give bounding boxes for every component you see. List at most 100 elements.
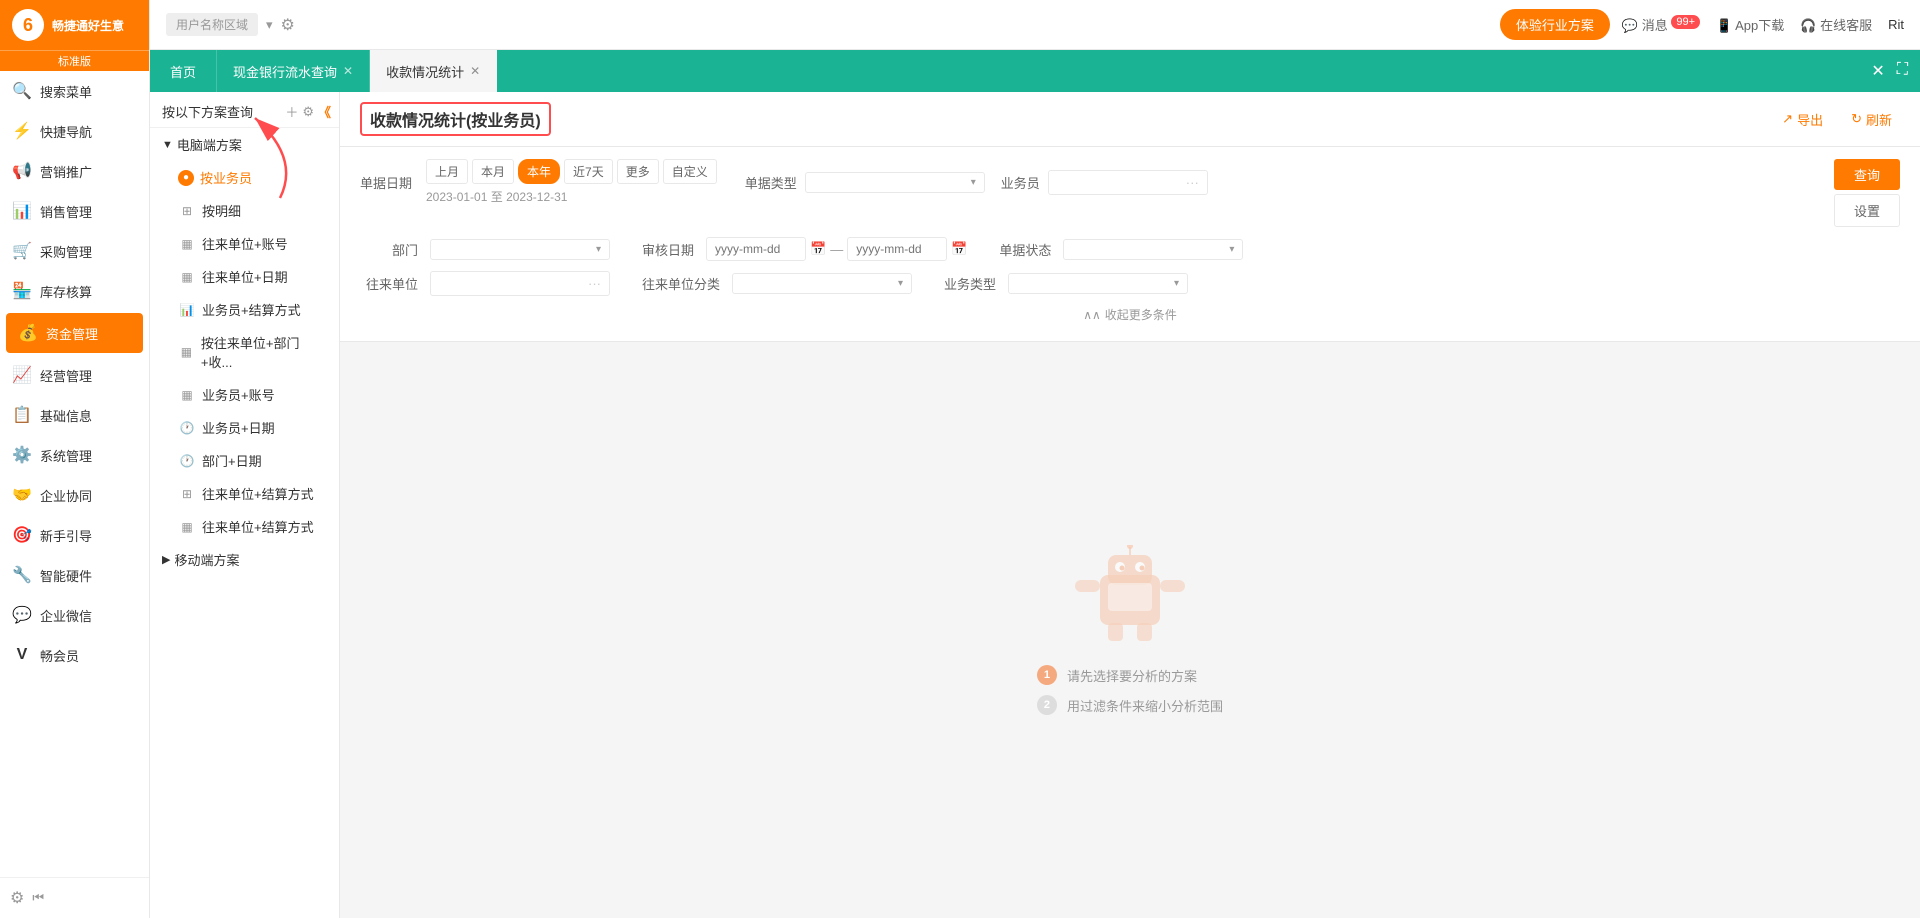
scheme-settings-icon[interactable]: ⚙: [302, 104, 314, 120]
dept-select[interactable]: ▾: [430, 239, 610, 260]
date-range-row: 2023-01-01 至 2023-12-31: [426, 188, 717, 205]
partner-category-select[interactable]: ▾: [732, 273, 912, 294]
active-dot-icon: ●: [178, 170, 194, 186]
top-right-area: 💬 消息 99+ 📱 App下载 🎧 在线客服 Rit: [1622, 15, 1904, 34]
collapse-more-btn[interactable]: ∧∧ 收起更多条件: [360, 300, 1900, 329]
salesperson-select[interactable]: ···: [1048, 170, 1208, 195]
date-btn-this-month[interactable]: 本月: [472, 159, 514, 184]
sidebar-item-marketing[interactable]: 📢 营销推广: [0, 151, 149, 191]
empty-state: 1 请先选择要分析的方案 2 用过滤条件来缩小分析范围: [340, 342, 1920, 918]
step-num-2: 2: [1037, 695, 1057, 715]
date-btn-this-year[interactable]: 本年: [518, 159, 560, 184]
online-service-area[interactable]: 🎧 在线客服: [1800, 15, 1872, 34]
bill-status-label: 单据状态: [999, 240, 1051, 259]
tab-cash-flow[interactable]: 现金银行流水查询 ✕: [217, 50, 370, 92]
scheme-item-dept-date[interactable]: 🕐 部门+日期: [162, 444, 339, 477]
app-download-area[interactable]: 📱 App下载: [1716, 15, 1784, 34]
marketing-icon: 📢: [12, 161, 32, 181]
cal-icon-1[interactable]: 📅: [810, 241, 826, 257]
content-area: 按以下方案查询 ＋ ⚙ 《 ▼ 电脑端方案: [150, 92, 1920, 918]
sidebar-item-finance[interactable]: 💰 资金管理: [6, 313, 143, 353]
scheme-item-salesperson-settlement[interactable]: 📊 业务员+结算方式: [162, 293, 339, 326]
tree-mobile-group[interactable]: ▶ 移动端方案: [150, 543, 339, 576]
tab-home[interactable]: 首页: [150, 50, 217, 92]
gear-settings-icon[interactable]: ⚙: [281, 15, 295, 35]
top-header: 用户名称区域 ▾ ⚙ 体验行业方案 💬 消息 99+ 📱 App下载 🎧 在线客…: [150, 0, 1920, 50]
bill-status-select[interactable]: ▾: [1063, 239, 1243, 260]
corp-icon: 🤝: [12, 485, 32, 505]
sidebar-item-guide[interactable]: 🎯 新手引导: [0, 515, 149, 555]
breadcrumb-area: 用户名称区域 ▾ ⚙: [166, 13, 1488, 36]
cal-icon-2[interactable]: 📅: [951, 241, 967, 257]
settings-button[interactable]: 设置: [1834, 194, 1900, 227]
tree-desktop-group[interactable]: ▼ 电脑端方案: [150, 128, 339, 161]
scheme-item-partner-settlement2[interactable]: ▦ 往来单位+结算方式: [162, 510, 339, 543]
tab-bar: 首页 现金银行流水查询 ✕ 收款情况统计 ✕ ✕ ⛶: [150, 50, 1920, 92]
partner-select[interactable]: ···: [430, 271, 610, 296]
partner-label: 往来单位: [360, 274, 418, 293]
settings-gear-icon[interactable]: ⚙: [10, 888, 24, 908]
trial-button[interactable]: 体验行业方案: [1500, 9, 1610, 40]
guide-icon: 🎯: [12, 525, 32, 545]
step-num-1: 1: [1037, 665, 1057, 685]
biz-type-label: 业务类型: [944, 274, 996, 293]
breadcrumb-arrow: ▾: [266, 17, 273, 33]
sidebar-item-search[interactable]: 🔍 搜索菜单: [0, 71, 149, 111]
tree-collapsed-icon: ▶: [162, 553, 170, 566]
biz-type-select[interactable]: ▾: [1008, 273, 1188, 294]
collapse-panel-icon[interactable]: 《: [318, 102, 331, 121]
user-avatar[interactable]: Rit: [1888, 17, 1904, 32]
add-scheme-icon[interactable]: ＋: [285, 102, 298, 121]
scheme-item-by-salesperson[interactable]: ● 按业务员: [162, 161, 339, 194]
export-button[interactable]: ↗ 导出: [1774, 106, 1831, 133]
chevron-up-icon: ∧∧: [1083, 308, 1101, 322]
partner-more-icon[interactable]: ···: [588, 276, 601, 291]
scheme-item-salesperson-date[interactable]: 🕐 业务员+日期: [162, 411, 339, 444]
sidebar-item-hardware[interactable]: 🔧 智能硬件: [0, 555, 149, 595]
biz-type-dropdown-icon: ▾: [1174, 278, 1179, 289]
filter-area: 单据日期 上月 本月 本年 近7天 更多 自定义: [340, 147, 1920, 342]
sidebar-item-corp[interactable]: 🤝 企业协同: [0, 475, 149, 515]
refresh-button[interactable]: ↻ 刷新: [1843, 106, 1900, 133]
tab-receipt-stats-close[interactable]: ✕: [470, 64, 480, 78]
query-button[interactable]: 查询: [1834, 159, 1900, 190]
sidebar-item-warehouse[interactable]: 🏪 库存核算: [0, 271, 149, 311]
window-maximize-icon[interactable]: ⛶: [1897, 61, 1908, 81]
finance-icon: 💰: [18, 323, 38, 343]
main-area: 用户名称区域 ▾ ⚙ 体验行业方案 💬 消息 99+ 📱 App下载 🎧 在线客…: [150, 0, 1920, 918]
sidebar-item-quick-nav[interactable]: ⚡ 快捷导航: [0, 111, 149, 151]
scheme-item-partner-settlement1[interactable]: ⊞ 往来单位+结算方式: [162, 477, 339, 510]
message-area[interactable]: 💬 消息 99+: [1622, 15, 1700, 34]
grid-icon-2: ⊞: [178, 485, 196, 503]
date-btn-7days[interactable]: 近7天: [564, 159, 613, 184]
review-date-from-input[interactable]: [706, 237, 806, 261]
scheme-item-salesperson-account[interactable]: ▦ 业务员+账号: [162, 378, 339, 411]
sidebar-item-system[interactable]: ⚙️ 系统管理: [0, 435, 149, 475]
sidebar-item-basic[interactable]: 📋 基础信息: [0, 395, 149, 435]
review-date-to-input[interactable]: [847, 237, 947, 261]
sidebar: 6 畅捷通好生意 标准版 🔍 搜索菜单 ⚡ 快捷导航 📢 营销推广 📊 销售管理…: [0, 0, 150, 918]
message-badge: 99+: [1671, 15, 1700, 29]
bill-type-select[interactable]: ▾: [805, 172, 985, 193]
window-close-icon[interactable]: ✕: [1871, 61, 1884, 81]
scheme-item-partner-dept-receipt[interactable]: ▦ 按往来单位+部门+收...: [162, 326, 339, 378]
table-icon-3: ▦: [178, 343, 195, 361]
scheme-item-partner-account[interactable]: ▦ 往来单位+账号: [162, 227, 339, 260]
sidebar-collapse-icon[interactable]: ⏮: [32, 890, 44, 906]
date-btn-custom[interactable]: 自定义: [663, 159, 717, 184]
date-btn-more[interactable]: 更多: [617, 159, 659, 184]
tab-receipt-stats[interactable]: 收款情况统计 ✕: [370, 50, 497, 92]
scheme-item-by-detail[interactable]: ⊞ 按明细: [162, 194, 339, 227]
sidebar-item-purchase[interactable]: 🛒 采购管理: [0, 231, 149, 271]
grid-icon: ⊞: [178, 202, 196, 220]
empty-step-2: 2 用过滤条件来缩小分析范围: [1037, 695, 1223, 715]
date-btn-last-month[interactable]: 上月: [426, 159, 468, 184]
scheme-item-partner-date[interactable]: ▦ 往来单位+日期: [162, 260, 339, 293]
sidebar-item-wechat[interactable]: 💬 企业微信: [0, 595, 149, 635]
app-logo: 6 畅捷通好生意: [0, 0, 149, 50]
sidebar-item-sales[interactable]: 📊 销售管理: [0, 191, 149, 231]
sidebar-item-member[interactable]: V 畅会员: [0, 635, 149, 675]
tab-cash-flow-close[interactable]: ✕: [343, 64, 353, 78]
sidebar-item-operations[interactable]: 📈 经营管理: [0, 355, 149, 395]
dept-dropdown-icon: ▾: [596, 244, 601, 255]
